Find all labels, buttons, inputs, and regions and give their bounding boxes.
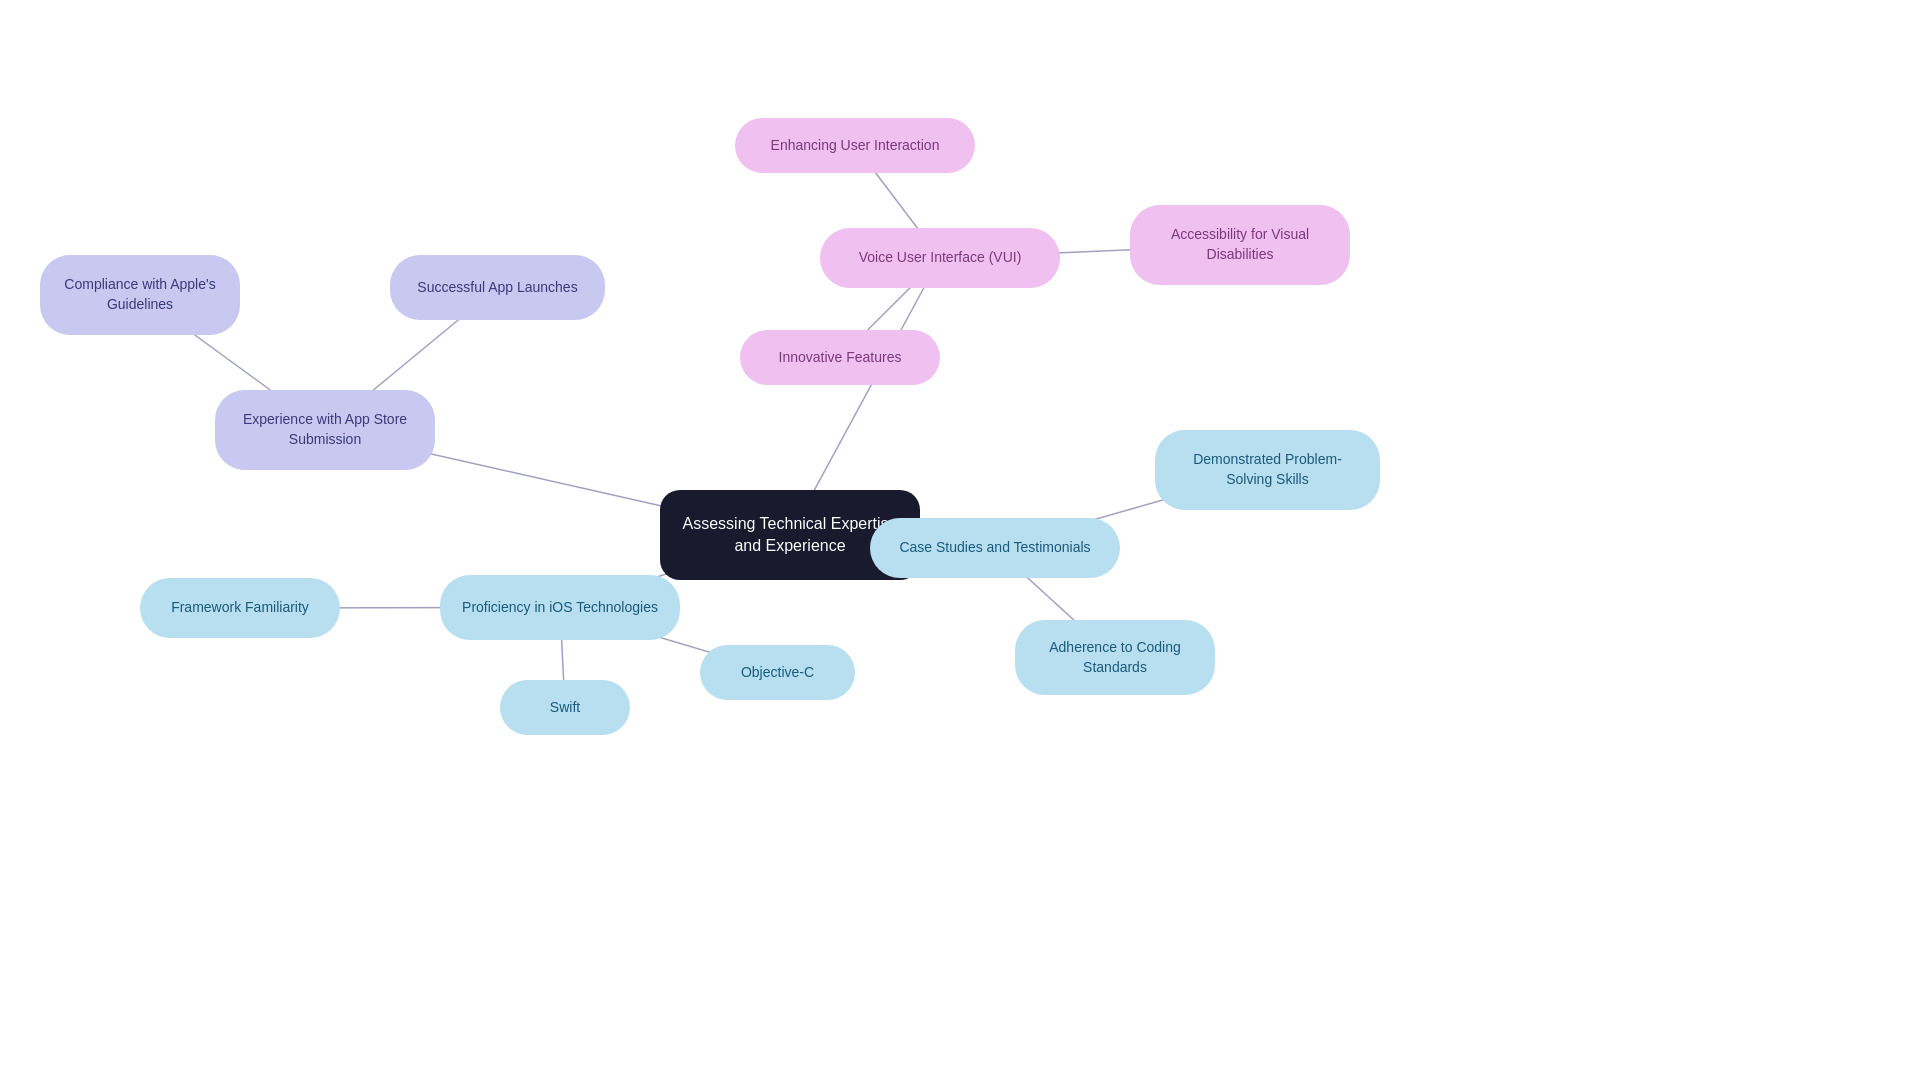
swift-label: Swift [550, 698, 580, 718]
innovative-features-node[interactable]: Innovative Features [740, 330, 940, 385]
adherence-coding-label: Adherence to Coding Standards [1035, 638, 1195, 677]
compliance-label: Compliance with Apple's Guidelines [60, 275, 220, 314]
case-studies-node[interactable]: Case Studies and Testimonials [870, 518, 1120, 578]
compliance-node[interactable]: Compliance with Apple's Guidelines [40, 255, 240, 335]
enhancing-user-label: Enhancing User Interaction [771, 136, 940, 156]
framework-familiarity-node[interactable]: Framework Familiarity [140, 578, 340, 638]
enhancing-user-node[interactable]: Enhancing User Interaction [735, 118, 975, 173]
experience-app-store-node[interactable]: Experience with App Store Submission [215, 390, 435, 470]
experience-app-store-label: Experience with App Store Submission [235, 410, 415, 449]
voice-ui-node[interactable]: Voice User Interface (VUI) [820, 228, 1060, 288]
case-studies-label: Case Studies and Testimonials [899, 538, 1090, 558]
accessibility-node[interactable]: Accessibility for Visual Disabilities [1130, 205, 1350, 285]
framework-familiarity-label: Framework Familiarity [171, 598, 309, 618]
demonstrated-problem-label: Demonstrated Problem-Solving Skills [1175, 450, 1360, 489]
adherence-coding-node[interactable]: Adherence to Coding Standards [1015, 620, 1215, 695]
proficiency-ios-label: Proficiency in iOS Technologies [462, 598, 658, 618]
swift-node[interactable]: Swift [500, 680, 630, 735]
voice-ui-label: Voice User Interface (VUI) [859, 248, 1022, 268]
objective-c-node[interactable]: Objective-C [700, 645, 855, 700]
center-label: Assessing Technical Expertise and Experi… [680, 513, 900, 558]
successful-launches-label: Successful App Launches [417, 278, 577, 298]
successful-launches-node[interactable]: Successful App Launches [390, 255, 605, 320]
innovative-features-label: Innovative Features [779, 348, 902, 368]
proficiency-ios-node[interactable]: Proficiency in iOS Technologies [440, 575, 680, 640]
mind-map-container: Assessing Technical Expertise and Experi… [0, 0, 1920, 1083]
objective-c-label: Objective-C [741, 663, 814, 683]
accessibility-label: Accessibility for Visual Disabilities [1150, 225, 1330, 264]
demonstrated-problem-node[interactable]: Demonstrated Problem-Solving Skills [1155, 430, 1380, 510]
